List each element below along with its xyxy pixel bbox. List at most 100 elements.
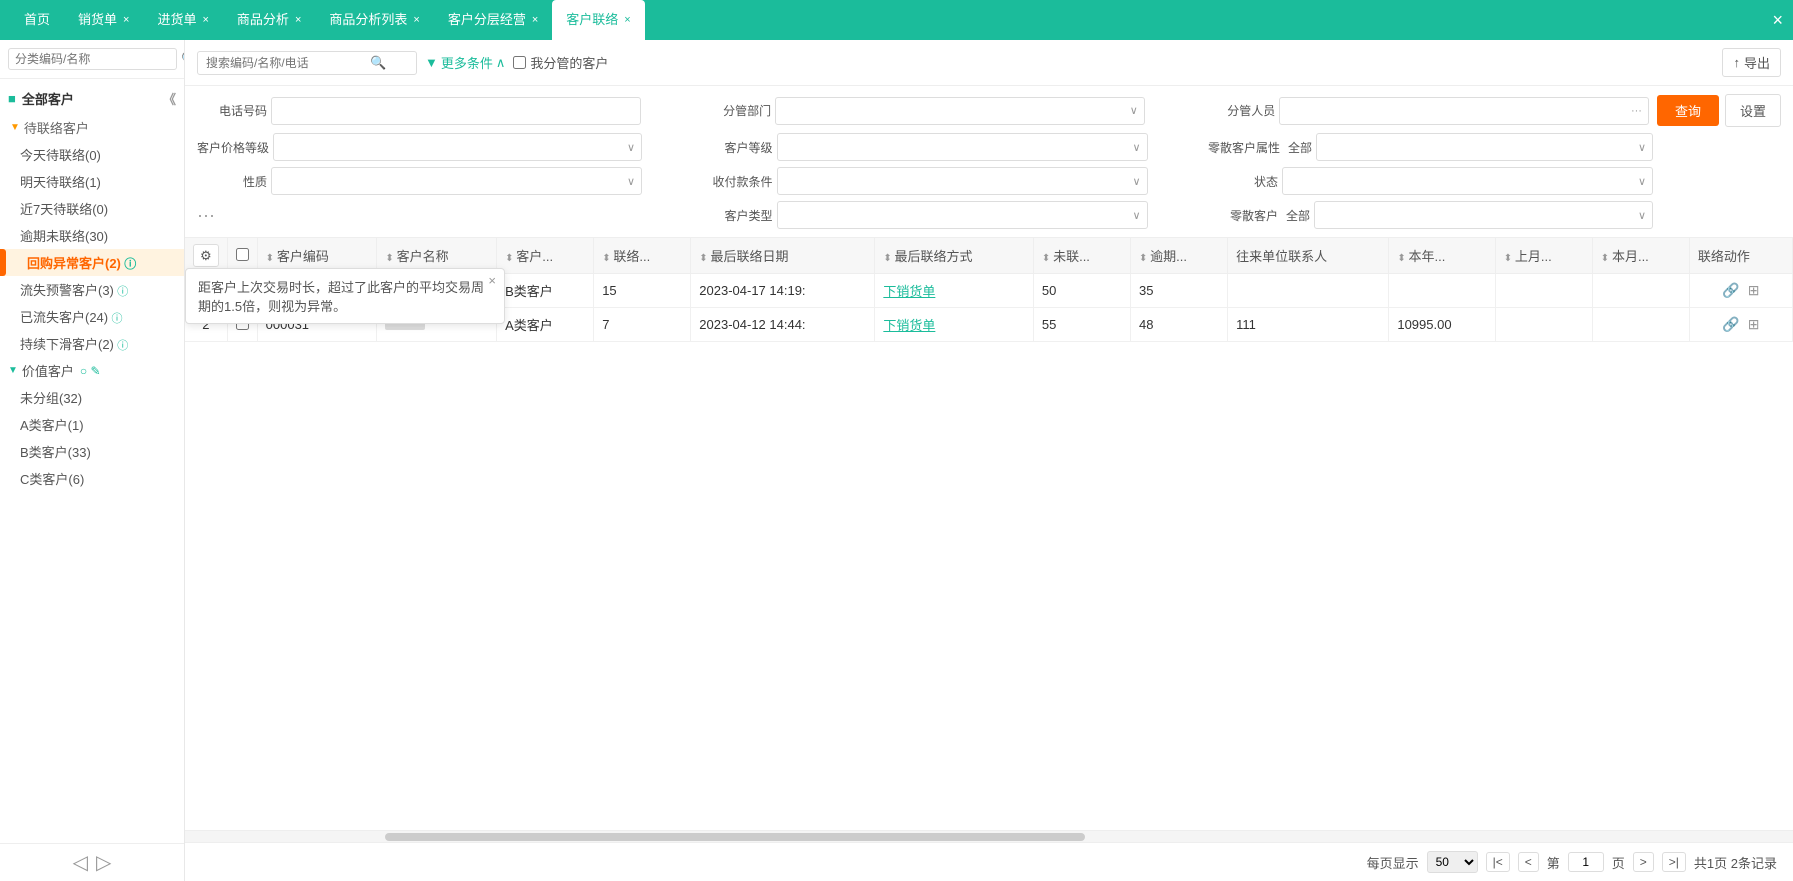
window-close-button[interactable]: × bbox=[1772, 10, 1783, 31]
sidebar-expand-icon[interactable]: ▷ bbox=[96, 850, 111, 875]
sidebar-item-overdue[interactable]: 逾期未联络(30) bbox=[0, 222, 184, 249]
filter-icon: ▼ bbox=[425, 55, 438, 70]
col-this-month[interactable]: 本月... bbox=[1592, 238, 1689, 274]
sidebar-tree: ■ 全部客户 《 ▼ 待联络客户 今天待联络(0) 明天待联络(1) 近7天待联… bbox=[0, 79, 184, 843]
grid-icon-2[interactable]: ⊞ bbox=[1748, 316, 1760, 333]
scrollbar-thumb[interactable] bbox=[385, 833, 1085, 841]
nav-product-analysis-list[interactable]: 商品分析列表 × bbox=[315, 0, 433, 40]
cell-actions-2: 🔗 ⊞ bbox=[1689, 308, 1792, 342]
collapse-icon[interactable]: 《 bbox=[163, 89, 176, 108]
filter-dept: 分管部门 ∨ bbox=[701, 97, 1145, 125]
nav-home[interactable]: 首页 bbox=[10, 0, 64, 40]
sidebar-item-abnormal[interactable]: 回购异常客户(2) ⓘ bbox=[0, 249, 184, 276]
close-icon[interactable]: × bbox=[123, 0, 129, 40]
col-contact-count[interactable]: 联络... bbox=[594, 238, 691, 274]
sidebar-item-today[interactable]: 今天待联络(0) bbox=[0, 141, 184, 168]
filter-payment: 收付款条件 ∨ bbox=[703, 167, 1148, 195]
cell-last-method-2: 下销货单 bbox=[875, 308, 1034, 342]
col-last-contact-method[interactable]: 最后联络方式 bbox=[875, 238, 1034, 274]
col-overdue[interactable]: 逾期... bbox=[1130, 238, 1227, 274]
sidebar-item-class-b[interactable]: B类客户(33) bbox=[0, 438, 184, 465]
cell-type-2: A类客户 bbox=[497, 308, 594, 342]
sidebar-item-class-a[interactable]: A类客户(1) bbox=[0, 411, 184, 438]
filter-area: 电话号码 分管部门 ∨ 分管人员 ··· bbox=[185, 86, 1793, 238]
setting-button[interactable]: 设置 bbox=[1725, 94, 1781, 127]
value-section-edit-icon[interactable]: ○ ✎ bbox=[80, 364, 101, 378]
col-contact-person: 往来单位联系人 bbox=[1228, 238, 1389, 274]
sidebar-item-7days[interactable]: 近7天待联络(0) bbox=[0, 195, 184, 222]
col-actions: 联络动作 bbox=[1689, 238, 1792, 274]
contact-method-link-2[interactable]: 下销货单 bbox=[883, 318, 935, 333]
cell-contact-person-2: 111 bbox=[1228, 308, 1389, 342]
more-conditions-button[interactable]: ▼ 更多条件 ∧ bbox=[425, 53, 505, 72]
retail-customer-select[interactable]: ∨ bbox=[1314, 201, 1653, 229]
sidebar-all-customers[interactable]: ■ 全部客户 《 bbox=[0, 83, 184, 114]
nav-customer-contact[interactable]: 客户联络 × bbox=[552, 0, 644, 40]
per-page-select[interactable]: 50 100 200 bbox=[1427, 851, 1478, 873]
horizontal-scrollbar[interactable] bbox=[185, 830, 1793, 842]
my-customer-checkbox[interactable] bbox=[513, 56, 526, 69]
sidebar-value-section[interactable]: ▼ 价值客户 ○ ✎ bbox=[0, 357, 184, 384]
payment-select[interactable]: ∨ bbox=[777, 167, 1148, 195]
sidebar-search-input[interactable] bbox=[8, 48, 177, 70]
filter-customer-type: 客户类型 ∨ bbox=[703, 201, 1148, 229]
search-input[interactable] bbox=[206, 56, 366, 70]
query-button[interactable]: 查询 bbox=[1657, 95, 1719, 126]
contact-method-link-1[interactable]: 下销货单 bbox=[883, 284, 935, 299]
cell-contact-count-1: 15 bbox=[594, 274, 691, 308]
customer-level-select[interactable]: ∨ bbox=[777, 133, 1148, 161]
filter-actions: 查询 设置 bbox=[1657, 94, 1781, 127]
link-icon-2[interactable]: 🔗 bbox=[1722, 316, 1739, 333]
cell-this-month-1 bbox=[1592, 274, 1689, 308]
settings-icon[interactable]: ⚙ bbox=[193, 244, 219, 267]
close-icon[interactable]: × bbox=[202, 0, 208, 40]
col-last-contact-date[interactable]: 最后联络日期 bbox=[691, 238, 875, 274]
sidebar-item-loss-warning[interactable]: 流失预警客户(3) ⓘ bbox=[0, 276, 184, 303]
dept-select[interactable]: ∨ bbox=[775, 97, 1145, 125]
nav-product-analysis[interactable]: 商品分析 × bbox=[223, 0, 315, 40]
top-nav: 首页 销货单 × 进货单 × 商品分析 × 商品分析列表 × 客户分层经营 × … bbox=[0, 0, 1793, 40]
row-action-group-1: 🔗 ⊞ bbox=[1698, 282, 1784, 299]
nav-customer-tier[interactable]: 客户分层经营 × bbox=[434, 0, 552, 40]
col-unlinkable[interactable]: 未联... bbox=[1033, 238, 1130, 274]
close-icon[interactable]: × bbox=[295, 0, 301, 40]
nav-purchase-order[interactable]: 进货单 × bbox=[143, 0, 222, 40]
link-icon-1[interactable]: 🔗 bbox=[1722, 282, 1739, 299]
retail-attr-select[interactable]: ∨ bbox=[1316, 133, 1653, 161]
select-all-checkbox[interactable] bbox=[236, 248, 249, 261]
page-number-input[interactable] bbox=[1568, 852, 1604, 872]
gender-select[interactable]: ∨ bbox=[271, 167, 642, 195]
tooltip-close-icon[interactable]: × bbox=[488, 273, 496, 288]
search-icon[interactable]: 🔍 bbox=[370, 55, 386, 71]
customer-type-select[interactable]: ∨ bbox=[777, 201, 1148, 229]
export-icon: ↑ bbox=[1733, 55, 1740, 70]
last-page-button[interactable]: >| bbox=[1662, 852, 1686, 872]
col-last-month[interactable]: 上月... bbox=[1495, 238, 1592, 274]
toolbar: 🔍 ▼ 更多条件 ∧ 我分管的客户 ↑ 导出 bbox=[185, 40, 1793, 86]
status-select[interactable]: ∨ bbox=[1282, 167, 1653, 195]
close-icon[interactable]: × bbox=[413, 0, 419, 40]
sidebar: 🔍 ■ 全部客户 《 ▼ 待联络客户 今天待联络(0) 明天待联络(1) 近7天… bbox=[0, 40, 185, 881]
close-icon[interactable]: × bbox=[532, 0, 538, 40]
grid-icon-1[interactable]: ⊞ bbox=[1748, 282, 1760, 299]
person-select[interactable]: ··· bbox=[1279, 97, 1649, 125]
sidebar-item-ungrouped[interactable]: 未分组(32) bbox=[0, 384, 184, 411]
close-icon[interactable]: × bbox=[624, 0, 630, 40]
sidebar-item-declining[interactable]: 持续下滑客户(2) ⓘ bbox=[0, 330, 184, 357]
phone-input[interactable] bbox=[271, 97, 641, 125]
col-customer-type[interactable]: 客户... bbox=[497, 238, 594, 274]
export-button[interactable]: ↑ 导出 bbox=[1722, 48, 1781, 77]
nav-sales-order[interactable]: 销货单 × bbox=[64, 0, 143, 40]
sidebar-collapse-icon[interactable]: ◁ bbox=[73, 850, 88, 875]
first-page-button[interactable]: |< bbox=[1486, 852, 1510, 872]
more-filters-dots[interactable]: ··· bbox=[197, 206, 215, 224]
col-this-year[interactable]: 本年... bbox=[1389, 238, 1495, 274]
next-page-button[interactable]: > bbox=[1633, 852, 1654, 872]
sidebar-item-class-c[interactable]: C类客户(6) bbox=[0, 465, 184, 492]
sidebar-item-tomorrow[interactable]: 明天待联络(1) bbox=[0, 168, 184, 195]
sidebar-pending-section[interactable]: ▼ 待联络客户 bbox=[0, 114, 184, 141]
price-level-select[interactable]: ∨ bbox=[273, 133, 642, 161]
prev-page-button[interactable]: < bbox=[1518, 852, 1539, 872]
sidebar-item-lost[interactable]: 已流失客户(24) ⓘ bbox=[0, 303, 184, 330]
cell-unlinkable-1: 50 bbox=[1033, 274, 1130, 308]
